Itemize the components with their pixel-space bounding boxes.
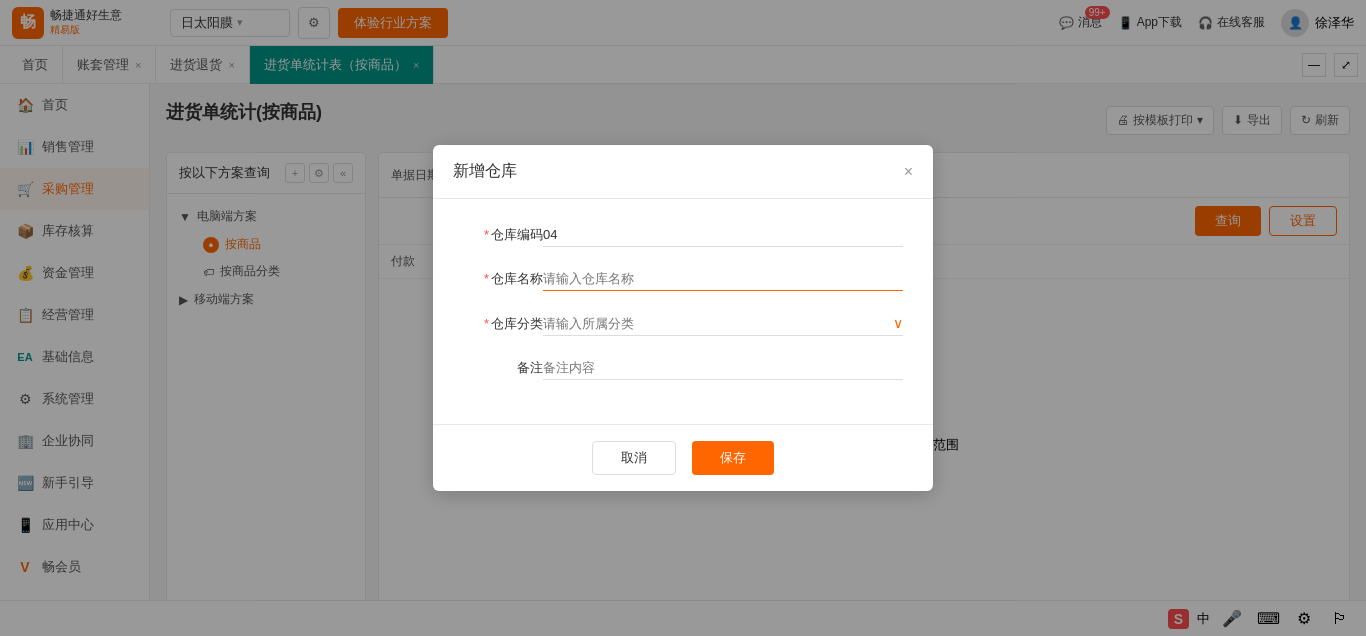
warehouse-category-input[interactable] xyxy=(543,316,893,331)
warehouse-remark-row: 备注 xyxy=(463,356,903,380)
warehouse-name-input[interactable] xyxy=(543,267,903,291)
modal-close-button[interactable]: × xyxy=(904,163,913,181)
warehouse-name-row: 仓库名称 xyxy=(463,267,903,291)
warehouse-code-label: 仓库编码 xyxy=(463,226,543,244)
warehouse-category-select[interactable]: ∨ xyxy=(543,311,903,336)
warehouse-remark-label: 备注 xyxy=(463,359,543,377)
category-chevron-icon: ∨ xyxy=(893,315,903,331)
save-button[interactable]: 保存 xyxy=(692,441,774,475)
modal-footer: 取消 保存 xyxy=(433,424,933,491)
warehouse-remark-input[interactable] xyxy=(543,356,903,380)
modal-title: 新增仓库 xyxy=(453,161,517,182)
warehouse-code-row: 仓库编码 xyxy=(463,223,903,247)
modal-overlay: 新增仓库 × 仓库编码 仓库名称 仓库分类 ∨ xyxy=(0,0,1366,636)
cancel-button[interactable]: 取消 xyxy=(592,441,676,475)
modal-body: 仓库编码 仓库名称 仓库分类 ∨ 备注 xyxy=(433,199,933,424)
warehouse-name-label: 仓库名称 xyxy=(463,270,543,288)
warehouse-code-input[interactable] xyxy=(543,223,903,247)
add-warehouse-modal: 新增仓库 × 仓库编码 仓库名称 仓库分类 ∨ xyxy=(433,145,933,491)
warehouse-category-label: 仓库分类 xyxy=(463,315,543,333)
warehouse-category-row: 仓库分类 ∨ xyxy=(463,311,903,336)
modal-header: 新增仓库 × xyxy=(433,145,933,199)
